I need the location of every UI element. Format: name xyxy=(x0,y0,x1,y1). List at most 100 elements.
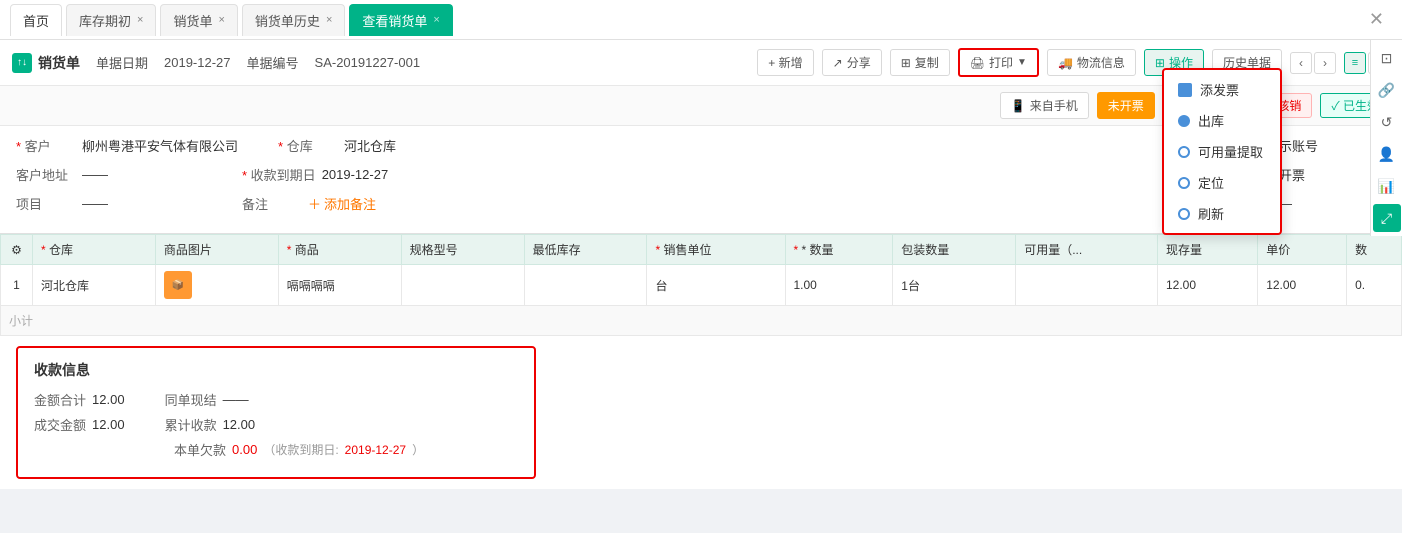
right-panel: ⊡ 🔗 ↺ 👤 📊 ⤢ xyxy=(1370,40,1402,236)
col-product: 商品 xyxy=(278,235,401,265)
not-open-label: 未开票 xyxy=(1108,97,1144,114)
print-button[interactable]: 🖨 打印 ▼ xyxy=(958,48,1039,77)
panel-icon-expand[interactable]: ⤢ xyxy=(1373,204,1401,232)
tab-sales-order[interactable]: 销货单 × xyxy=(160,4,237,36)
cell-sales-unit: 台 xyxy=(647,265,785,306)
cell-warehouse: 河北仓库 xyxy=(33,265,156,306)
current-owe-label: 本单欠款 xyxy=(174,440,226,459)
table-container: ⚙ 仓库 商品图片 商品 规格型号 最低库存 销售单位 * 数量 包装数量 可用… xyxy=(0,233,1402,336)
share-button[interactable]: ↗ 分享 xyxy=(822,49,882,76)
tab-inventory-init-label: 库存期初 xyxy=(79,11,131,30)
print-icon: 🖨 xyxy=(970,56,985,70)
panel-icon-refresh[interactable]: ↺ xyxy=(1373,108,1401,136)
tab-sales-history[interactable]: 销货单历史 × xyxy=(242,4,345,36)
tab-sales-order-close[interactable]: × xyxy=(218,14,224,26)
due-date-hint: （收款到期日: xyxy=(263,441,338,458)
same-order-value: —— xyxy=(223,392,249,407)
table-row: 1 河北仓库 📦 嗝嗝嗝嗝 台 1.00 1台 12.00 12.00 0. xyxy=(1,265,1402,306)
prev-arrow[interactable]: ‹ xyxy=(1290,52,1312,74)
tab-sales-history-close[interactable]: × xyxy=(326,14,332,26)
due-date-value: 2019-12-27 xyxy=(345,443,406,457)
payment-info-title: 收款信息 xyxy=(34,360,518,380)
panel-icon-user[interactable]: 👤 xyxy=(1373,140,1401,168)
add-invoice-item[interactable]: 添发票 xyxy=(1164,74,1280,105)
payment-row-1: 金额合计 12.00 同单现结 —— xyxy=(34,390,518,409)
document-title-group: ↑↓ 销货单 xyxy=(12,53,80,73)
warehouse-field: 仓库 河北仓库 xyxy=(278,136,464,155)
panel-icon-link[interactable]: 🔗 xyxy=(1373,76,1401,104)
refresh-item[interactable]: 刷新 xyxy=(1164,198,1280,229)
document-type-icon: ↑↓ xyxy=(12,53,32,73)
current-owe-item: 本单欠款 0.00 （收款到期日: 2019-12-27 ） xyxy=(34,440,424,459)
business-staff-value: —— xyxy=(1266,196,1386,211)
locate-item[interactable]: 定位 xyxy=(1164,167,1280,198)
from-phone-button[interactable]: 📱 来自手机 xyxy=(1000,92,1089,119)
cell-available xyxy=(1016,265,1158,306)
payment-info-panel: 收款信息 金额合计 12.00 同单现结 —— 成交金额 12.00 累计收款 xyxy=(16,346,536,479)
print-label: 打印 xyxy=(989,54,1013,71)
nav-arrows: ‹ › xyxy=(1290,52,1336,74)
tab-view-sales[interactable]: 查看销货单 × xyxy=(349,4,452,36)
logistics-button[interactable]: 🚚 物流信息 xyxy=(1047,49,1136,76)
add-invoice-label: 添发票 xyxy=(1200,80,1239,99)
col-model: 规格型号 xyxy=(401,235,524,265)
available-pickup-label: 可用量提取 xyxy=(1198,142,1263,161)
payment-date-field: 收款到期日 2019-12-27 xyxy=(242,165,442,184)
cell-min-stock xyxy=(524,265,647,306)
tab-inventory-init-close[interactable]: × xyxy=(137,14,143,26)
payment-date-label: 收款到期日 xyxy=(242,165,316,184)
col-stock: 现存量 xyxy=(1157,235,1257,265)
total-label: 金额合计 xyxy=(34,390,86,409)
cell-pack-qty: 1台 xyxy=(893,265,1016,306)
cumulative-label: 累计收款 xyxy=(165,415,217,434)
new-button[interactable]: + 新增 xyxy=(757,49,813,76)
payment-row-2: 成交金额 12.00 累计收款 12.00 xyxy=(34,415,518,434)
panel-icon-chart[interactable]: 📊 xyxy=(1373,172,1401,200)
copy-label: 复制 xyxy=(915,54,939,71)
tab-home[interactable]: 首页 xyxy=(10,4,62,36)
payment-date-value: 2019-12-27 xyxy=(322,167,442,182)
total-value: 12.00 xyxy=(92,392,125,407)
cell-quantity: 1.00 xyxy=(785,265,893,306)
locate-icon xyxy=(1178,177,1190,189)
cell-stock: 12.00 xyxy=(1157,265,1257,306)
tab-inventory-init[interactable]: 库存期初 × xyxy=(66,4,156,36)
address-label: 客户地址 xyxy=(16,165,76,184)
col-sales-unit: 销售单位 xyxy=(647,235,785,265)
add-remark-link[interactable]: ＋ 添加备注 xyxy=(308,194,376,213)
date-label: 单据日期 xyxy=(96,53,148,72)
logistics-label: 物流信息 xyxy=(1077,54,1125,71)
deal-amount-value: 12.00 xyxy=(92,417,125,432)
customer-field: 客户 柳州粤港平安气体有限公司 xyxy=(16,136,238,155)
panel-icon-copy[interactable]: ⊡ xyxy=(1373,44,1401,72)
cumulative-value: 12.00 xyxy=(223,417,256,432)
subtotal-row: 小计 xyxy=(1,306,1402,336)
outbound-label: 出库 xyxy=(1198,111,1224,130)
list-view-btn[interactable]: ≡ xyxy=(1344,52,1366,74)
cell-index: 1 xyxy=(1,265,33,306)
outbound-item[interactable]: 出库 xyxy=(1164,105,1280,136)
tab-bar: 首页 库存期初 × 销货单 × 销货单历史 × 查看销货单 × ✕ xyxy=(0,0,1402,40)
same-order-label: 同单现结 xyxy=(165,390,217,409)
outbound-icon xyxy=(1178,115,1190,127)
col-amount: 数 xyxy=(1347,235,1402,265)
next-arrow[interactable]: › xyxy=(1314,52,1336,74)
deal-amount-item: 成交金额 12.00 xyxy=(34,415,125,434)
available-pickup-item[interactable]: 可用量提取 xyxy=(1164,136,1280,167)
project-label: 项目 xyxy=(16,194,76,213)
due-date-close: ） xyxy=(412,441,424,458)
warehouse-value: 河北仓库 xyxy=(344,136,464,155)
effective-icon: ✓ xyxy=(1331,99,1339,113)
copy-button[interactable]: ⊞ 复制 xyxy=(890,49,950,76)
product-image: 📦 xyxy=(164,271,192,299)
customer-label: 客户 xyxy=(16,136,76,155)
window-close-button[interactable]: ✕ xyxy=(1361,5,1392,34)
from-phone-label: 来自手机 xyxy=(1030,97,1078,114)
payment-row-3: 本单欠款 0.00 （收款到期日: 2019-12-27 ） xyxy=(34,440,518,459)
col-settings[interactable]: ⚙ xyxy=(1,235,33,265)
tab-view-sales-close[interactable]: × xyxy=(433,14,439,26)
not-open-button[interactable]: 未开票 xyxy=(1097,92,1155,119)
document-actions: + 新增 ↗ 分享 ⊞ 复制 🖨 打印 ▼ 🚚 物流信息 ⊞ 操作 xyxy=(757,48,1390,77)
available-pickup-icon xyxy=(1178,146,1190,158)
number-value: SA-20191227-001 xyxy=(315,55,421,70)
